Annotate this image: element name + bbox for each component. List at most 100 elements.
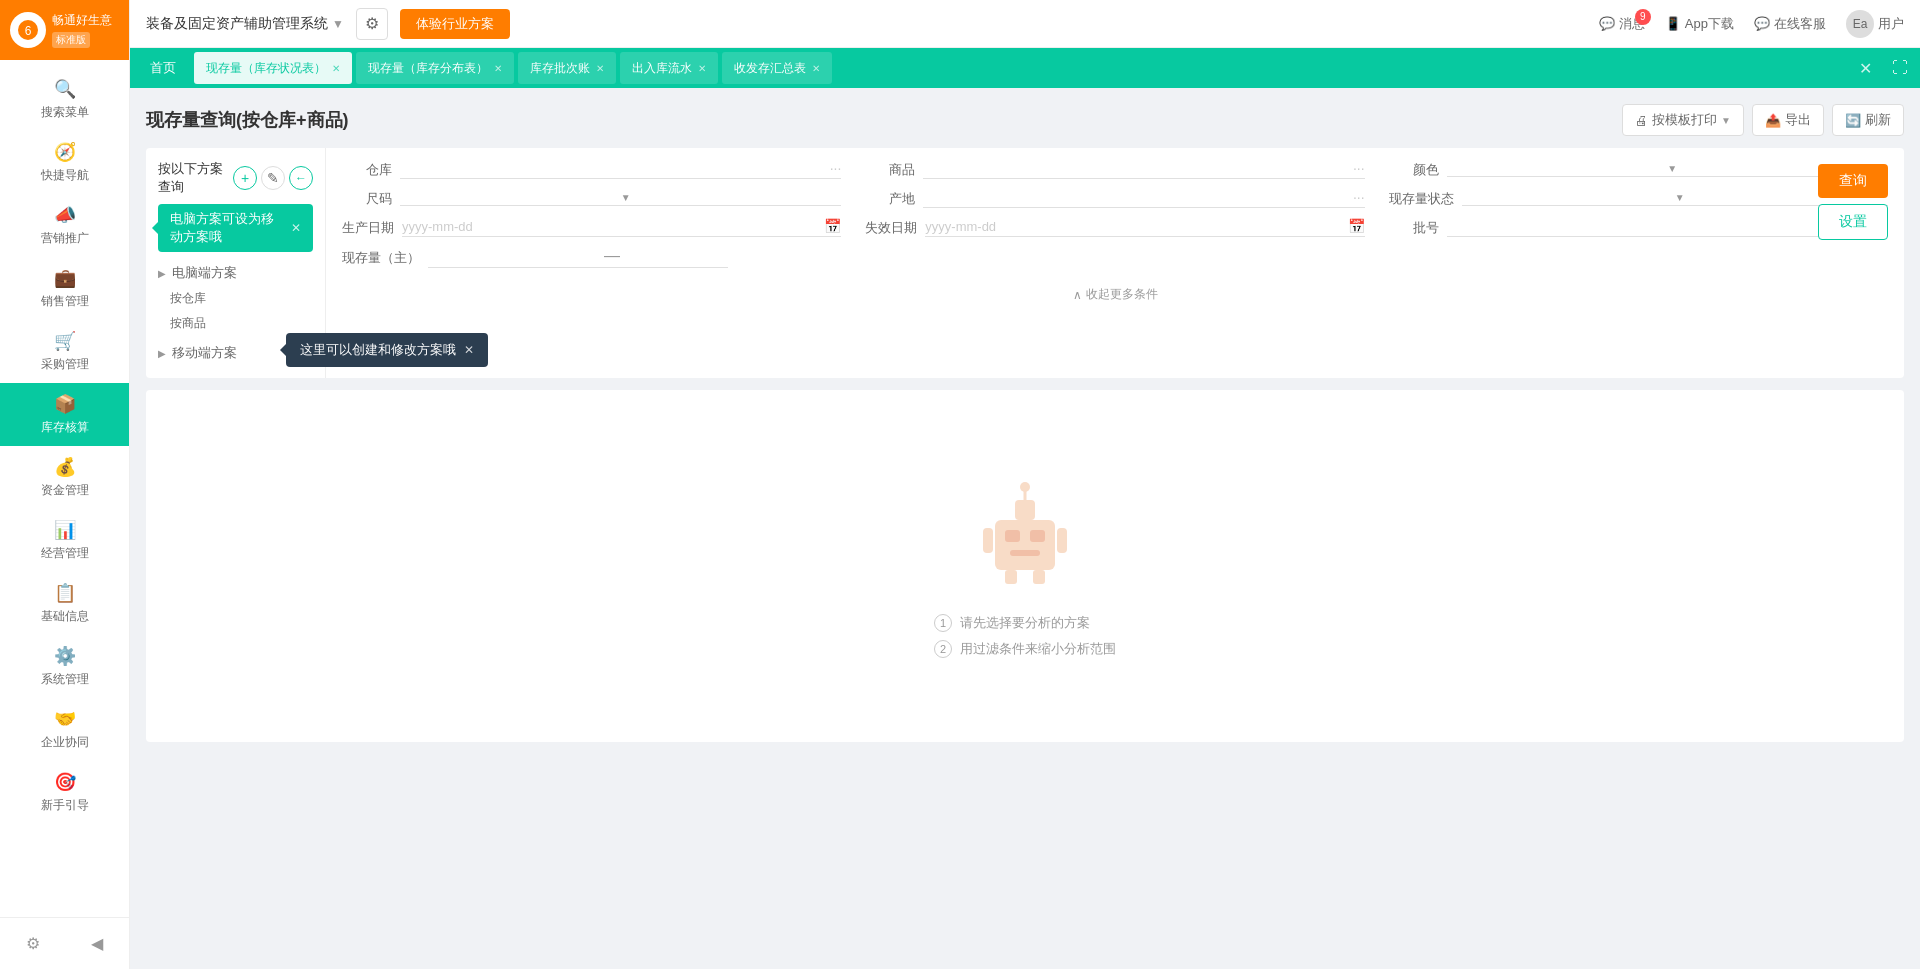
tab-batch-account[interactable]: 库存批次账 ✕ xyxy=(518,52,616,84)
online-support-label: 在线客服 xyxy=(1774,15,1826,33)
tab-expand-icon[interactable]: ⛶ xyxy=(1884,55,1916,81)
query-button[interactable]: 查询 xyxy=(1818,164,1888,198)
tab-close-icon[interactable]: ✕ xyxy=(494,63,502,74)
collapse-more-btn[interactable]: ∧ 收起更多条件 xyxy=(1073,286,1158,303)
scheme-pc-item[interactable]: ▶ 电脑端方案 xyxy=(158,260,313,286)
header-right: 💬 消息 9 📱 App下载 💬 在线客服 Ea 用户 xyxy=(1599,10,1904,38)
empty-state: 1 请先选择要分析的方案 2 用过滤条件来缩小分析范围 xyxy=(146,390,1904,742)
pc-tree-arrow: ▶ xyxy=(158,268,166,279)
sidebar-item-system[interactable]: ⚙️ 系统管理 xyxy=(0,635,129,698)
settings-button[interactable]: ⚙ xyxy=(356,8,388,40)
tab-close-all-icon[interactable]: ✕ xyxy=(1851,55,1880,82)
svg-rect-3 xyxy=(1005,530,1020,542)
origin-input[interactable] xyxy=(923,190,1353,205)
sidebar-logo: 6 畅通好生意 标准版 xyxy=(0,0,129,60)
svg-rect-10 xyxy=(1057,528,1067,553)
message-icon: 💬 xyxy=(1599,16,1615,31)
tip-num-2: 2 xyxy=(934,640,952,658)
sidebar-item-marketing[interactable]: 📣 营销推广 xyxy=(0,194,129,257)
tooltip-create-hint: 这里可以创建和修改方案哦 ✕ xyxy=(286,333,488,367)
logo-icon: 6 xyxy=(10,12,46,48)
sidebar-item-label: 销售管理 xyxy=(41,293,89,310)
tab-bar: 首页 现存量（库存状况表） ✕ 现存量（库存分布表） ✕ 库存批次账 ✕ 出入库… xyxy=(130,48,1920,88)
industry-plan-button[interactable]: 体验行业方案 xyxy=(400,9,510,39)
refresh-button[interactable]: 🔄 刷新 xyxy=(1832,104,1904,136)
color-field: 颜色 ▼ xyxy=(1389,160,1888,179)
settings-bottom-icon[interactable]: ⚙ xyxy=(20,928,46,959)
header-left: 装备及固定资产辅助管理系统 ▼ ⚙ 体验行业方案 xyxy=(146,8,510,40)
sidebar-item-business[interactable]: 📊 经营管理 xyxy=(0,509,129,572)
warehouse-input[interactable] xyxy=(400,161,830,176)
expiry-date-field: 失效日期 📅 xyxy=(865,218,1364,237)
expiry-date-input[interactable] xyxy=(925,219,1347,234)
filter-wrapper: 按以下方案查询 + ✎ ← 电脑方案可设为移动方案哦 ✕ xyxy=(146,148,1904,378)
sidebar-item-finance[interactable]: 💰 资金管理 xyxy=(0,446,129,509)
add-scheme-btn[interactable]: + xyxy=(233,166,257,190)
tooltip-create-close-icon[interactable]: ✕ xyxy=(464,343,474,357)
page-header: 现存量查询(按仓库+商品) 🖨 按模板打印 ▼ 📤 导出 🔄 刷新 xyxy=(146,104,1904,136)
tab-collect-summary[interactable]: 收发存汇总表 ✕ xyxy=(722,52,832,84)
tab-label: 现存量（库存状况表） xyxy=(206,60,326,77)
basic-nav-icon: 📋 xyxy=(54,582,76,604)
app-download-action[interactable]: 📱 App下载 xyxy=(1665,15,1734,33)
message-badge: 9 xyxy=(1635,9,1651,25)
batch-no-field: 批号 xyxy=(1389,218,1888,237)
stock-main-input-end[interactable] xyxy=(628,249,796,264)
sidebar-item-inventory[interactable]: 📦 库存核算 xyxy=(0,383,129,446)
production-date-input[interactable] xyxy=(402,219,824,234)
production-date-calendar-icon[interactable]: 📅 xyxy=(824,218,841,234)
system-nav-icon: ⚙️ xyxy=(54,645,76,667)
tab-inout-flow[interactable]: 出入库流水 ✕ xyxy=(620,52,718,84)
tooltip-close-icon[interactable]: ✕ xyxy=(291,221,301,235)
right-panel: 仓库 ··· 商品 ··· 颜色 xyxy=(326,148,1904,378)
filter-row-4: 现存量（主） — xyxy=(342,247,1888,268)
sidebar-item-label: 搜索菜单 xyxy=(41,104,89,121)
tab-inventory-dist[interactable]: 现存量（库存分布表） ✕ xyxy=(356,52,514,84)
tab-home[interactable]: 首页 xyxy=(134,48,192,88)
empty-tip-1: 1 请先选择要分析的方案 xyxy=(934,610,1116,636)
edit-scheme-btn[interactable]: ✎ xyxy=(261,166,285,190)
expiry-date-calendar-icon[interactable]: 📅 xyxy=(1348,218,1365,234)
tab-close-icon[interactable]: ✕ xyxy=(812,63,820,74)
scheme-pc-sub-item[interactable]: 按仓库 xyxy=(170,286,313,311)
sidebar-item-label: 经营管理 xyxy=(41,545,89,562)
goods-input[interactable] xyxy=(923,161,1353,176)
settings-icon: ⚙ xyxy=(365,14,379,33)
sidebar-item-search[interactable]: 🔍 搜索菜单 xyxy=(0,68,129,131)
reset-button[interactable]: 设置 xyxy=(1818,204,1888,240)
arrow-scheme-btn[interactable]: ← xyxy=(289,166,313,190)
sidebar-item-purchase[interactable]: 🛒 采购管理 xyxy=(0,320,129,383)
size-dropdown-icon: ▼ xyxy=(621,192,842,203)
tooltip-scheme-hint: 电脑方案可设为移动方案哦 ✕ xyxy=(158,204,313,252)
user-label: 用户 xyxy=(1878,15,1904,33)
sidebar-item-guide[interactable]: 🧭 快捷导航 xyxy=(0,131,129,194)
business-nav-icon: 📊 xyxy=(54,519,76,541)
message-action[interactable]: 💬 消息 9 xyxy=(1599,15,1645,33)
origin-field: 产地 ··· xyxy=(865,189,1364,208)
goods-dots-icon[interactable]: ··· xyxy=(1353,160,1365,176)
sidebar-item-sales[interactable]: 💼 销售管理 xyxy=(0,257,129,320)
sidebar-item-basic[interactable]: 📋 基础信息 xyxy=(0,572,129,635)
tab-close-icon[interactable]: ✕ xyxy=(332,63,340,74)
tab-close-icon[interactable]: ✕ xyxy=(596,63,604,74)
sidebar-item-newbie[interactable]: 🎯 新手引导 xyxy=(0,761,129,824)
export-button[interactable]: 📤 导出 xyxy=(1752,104,1824,136)
tab-close-icon[interactable]: ✕ xyxy=(698,63,706,74)
origin-dots-icon[interactable]: ··· xyxy=(1353,189,1365,205)
online-support-action[interactable]: 💬 在线客服 xyxy=(1754,15,1826,33)
collapse-sidebar-btn[interactable]: ◀ xyxy=(85,928,109,959)
sidebar-item-enterprise[interactable]: 🤝 企业协同 xyxy=(0,698,129,761)
print-button[interactable]: 🖨 按模板打印 ▼ xyxy=(1622,104,1744,136)
app-download-icon: 📱 xyxy=(1665,16,1681,31)
tab-inventory-status[interactable]: 现存量（库存状况表） ✕ xyxy=(194,52,352,84)
logo-name: 畅通好生意 xyxy=(52,12,112,29)
dropdown-arrow-icon: ▼ xyxy=(332,17,344,31)
user-profile[interactable]: Ea 用户 xyxy=(1846,10,1904,38)
refresh-icon: 🔄 xyxy=(1845,113,1861,128)
size-select[interactable]: ▼ xyxy=(400,192,841,206)
user-avatar: Ea xyxy=(1846,10,1874,38)
stock-main-input[interactable] xyxy=(428,249,596,264)
system-dropdown[interactable]: 装备及固定资产辅助管理系统 ▼ xyxy=(146,15,344,33)
warehouse-dots-icon[interactable]: ··· xyxy=(830,160,842,176)
sidebar: 6 畅通好生意 标准版 🔍 搜索菜单 🧭 快捷导航 📣 营销推广 💼 销售管理 … xyxy=(0,0,130,969)
